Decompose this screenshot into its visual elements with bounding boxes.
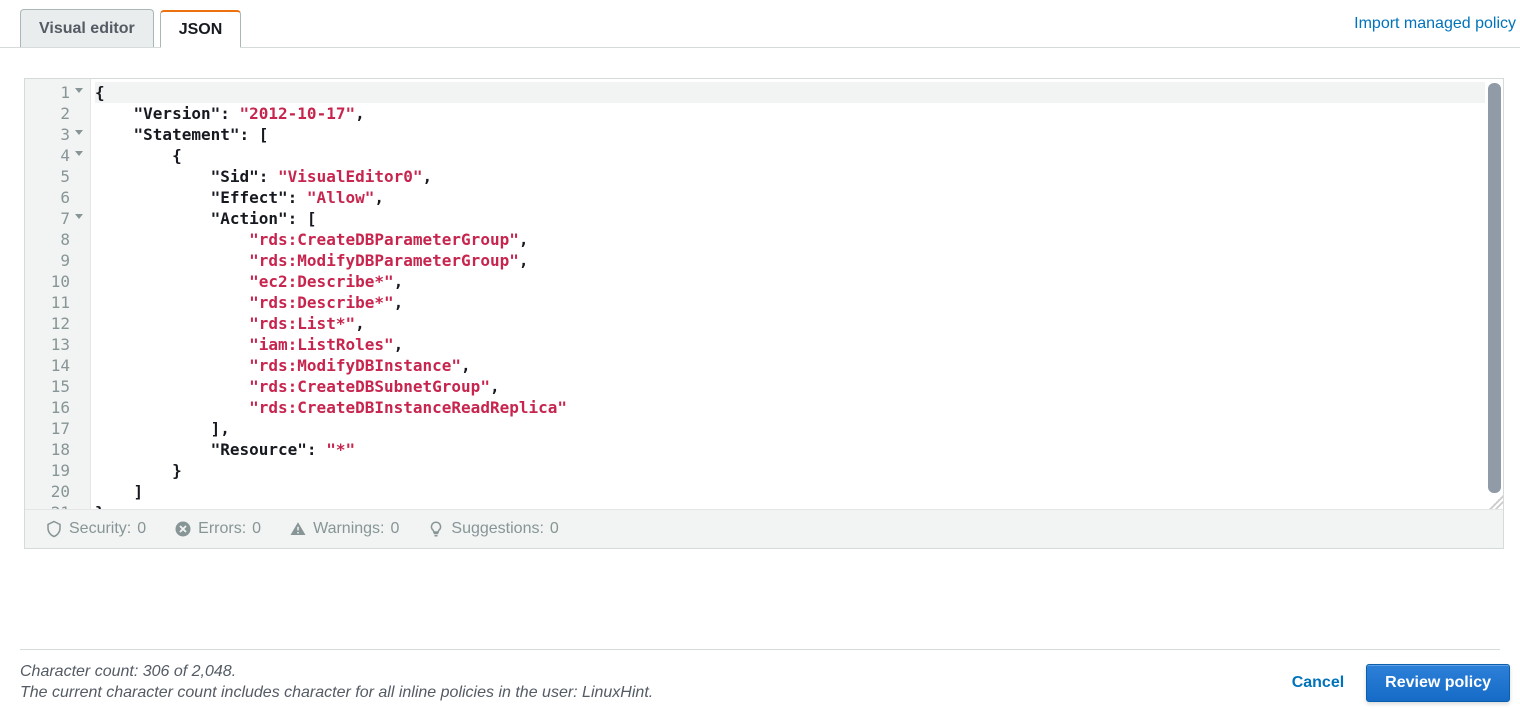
tabs: Visual editor JSON	[20, 0, 247, 47]
gutter-line: 1	[25, 82, 84, 103]
status-warnings-count: 0	[391, 520, 400, 538]
shield-icon	[45, 520, 63, 538]
fold-toggle-icon[interactable]	[75, 88, 83, 93]
status-bar: Security: 0 Errors: 0 Warnings: 0 Sugges…	[25, 509, 1503, 548]
code-line[interactable]: "rds:Describe*",	[95, 292, 1499, 313]
editor-content[interactable]: { "Version": "2012-10-17", "Statement": …	[91, 79, 1503, 509]
footer-actions: Cancel Review policy	[1292, 664, 1510, 702]
char-count-note: The current character count includes cha…	[20, 683, 653, 704]
editor-gutter: 123456789101112131415161718192021	[25, 79, 91, 509]
status-suggestions[interactable]: Suggestions: 0	[427, 520, 558, 538]
tab-visual-editor[interactable]: Visual editor	[20, 9, 154, 47]
top-bar: Visual editor JSON Import managed policy	[0, 0, 1520, 48]
code-line[interactable]: "Resource": "*"	[95, 439, 1499, 460]
fold-toggle-icon[interactable]	[75, 130, 83, 135]
code-line[interactable]: "rds:ModifyDBParameterGroup",	[95, 250, 1499, 271]
code-line[interactable]: "rds:List*",	[95, 313, 1499, 334]
gutter-line: 18	[25, 439, 84, 460]
code-editor[interactable]: 123456789101112131415161718192021 { "Ver…	[25, 79, 1503, 509]
review-policy-button[interactable]: Review policy	[1366, 664, 1510, 702]
code-line[interactable]: }	[95, 502, 1499, 509]
gutter-line: 14	[25, 355, 84, 376]
gutter-line: 12	[25, 313, 84, 334]
status-warnings[interactable]: Warnings: 0	[289, 520, 399, 538]
gutter-line: 17	[25, 418, 84, 439]
error-icon	[174, 520, 192, 538]
gutter-line: 11	[25, 292, 84, 313]
code-line[interactable]: ]	[95, 481, 1499, 502]
code-line[interactable]: {	[95, 82, 1485, 103]
code-line[interactable]: "Effect": "Allow",	[95, 187, 1499, 208]
gutter-line: 15	[25, 376, 84, 397]
gutter-line: 6	[25, 187, 84, 208]
lightbulb-icon	[427, 520, 445, 538]
status-security[interactable]: Security: 0	[45, 520, 146, 538]
gutter-line: 13	[25, 334, 84, 355]
char-count-info: Character count: 306 of 2,048. The curre…	[20, 662, 653, 704]
code-line[interactable]: "ec2:Describe*",	[95, 271, 1499, 292]
gutter-line: 16	[25, 397, 84, 418]
code-line[interactable]: ],	[95, 418, 1499, 439]
gutter-line: 10	[25, 271, 84, 292]
status-errors-label: Errors:	[198, 520, 246, 538]
code-line[interactable]: "Version": "2012-10-17",	[95, 103, 1499, 124]
code-line[interactable]: }	[95, 460, 1499, 481]
warning-icon	[289, 520, 307, 538]
tab-json[interactable]: JSON	[160, 10, 242, 48]
code-line[interactable]: "rds:ModifyDBInstance",	[95, 355, 1499, 376]
char-count-line: Character count: 306 of 2,048.	[20, 662, 653, 683]
code-line[interactable]: "rds:CreateDBParameterGroup",	[95, 229, 1499, 250]
resize-handle-icon[interactable]	[1489, 495, 1503, 509]
status-security-label: Security:	[69, 520, 131, 538]
gutter-line: 4	[25, 145, 84, 166]
gutter-line: 3	[25, 124, 84, 145]
gutter-line: 5	[25, 166, 84, 187]
status-errors-count: 0	[252, 520, 261, 538]
gutter-line: 2	[25, 103, 84, 124]
editor-scrollbar[interactable]	[1488, 83, 1501, 493]
gutter-line: 9	[25, 250, 84, 271]
gutter-line: 19	[25, 460, 84, 481]
editor-panel: 123456789101112131415161718192021 { "Ver…	[24, 78, 1504, 549]
status-security-count: 0	[137, 520, 146, 538]
code-line[interactable]: "Statement": [	[95, 124, 1499, 145]
status-suggestions-label: Suggestions:	[451, 520, 544, 538]
code-line[interactable]: "Action": [	[95, 208, 1499, 229]
gutter-line: 21	[25, 502, 84, 509]
cancel-button[interactable]: Cancel	[1292, 674, 1344, 692]
gutter-line: 20	[25, 481, 84, 502]
fold-toggle-icon[interactable]	[75, 214, 83, 219]
fold-toggle-icon[interactable]	[75, 151, 83, 156]
code-line[interactable]: "rds:CreateDBInstanceReadReplica"	[95, 397, 1499, 418]
code-line[interactable]: {	[95, 145, 1499, 166]
gutter-line: 8	[25, 229, 84, 250]
status-warnings-label: Warnings:	[313, 520, 384, 538]
status-errors[interactable]: Errors: 0	[174, 520, 261, 538]
gutter-line: 7	[25, 208, 84, 229]
import-managed-policy-link[interactable]: Import managed policy	[1354, 15, 1520, 33]
code-line[interactable]: "rds:CreateDBSubnetGroup",	[95, 376, 1499, 397]
status-suggestions-count: 0	[550, 520, 559, 538]
footer: Character count: 306 of 2,048. The curre…	[0, 650, 1520, 704]
code-line[interactable]: "iam:ListRoles",	[95, 334, 1499, 355]
code-line[interactable]: "Sid": "VisualEditor0",	[95, 166, 1499, 187]
